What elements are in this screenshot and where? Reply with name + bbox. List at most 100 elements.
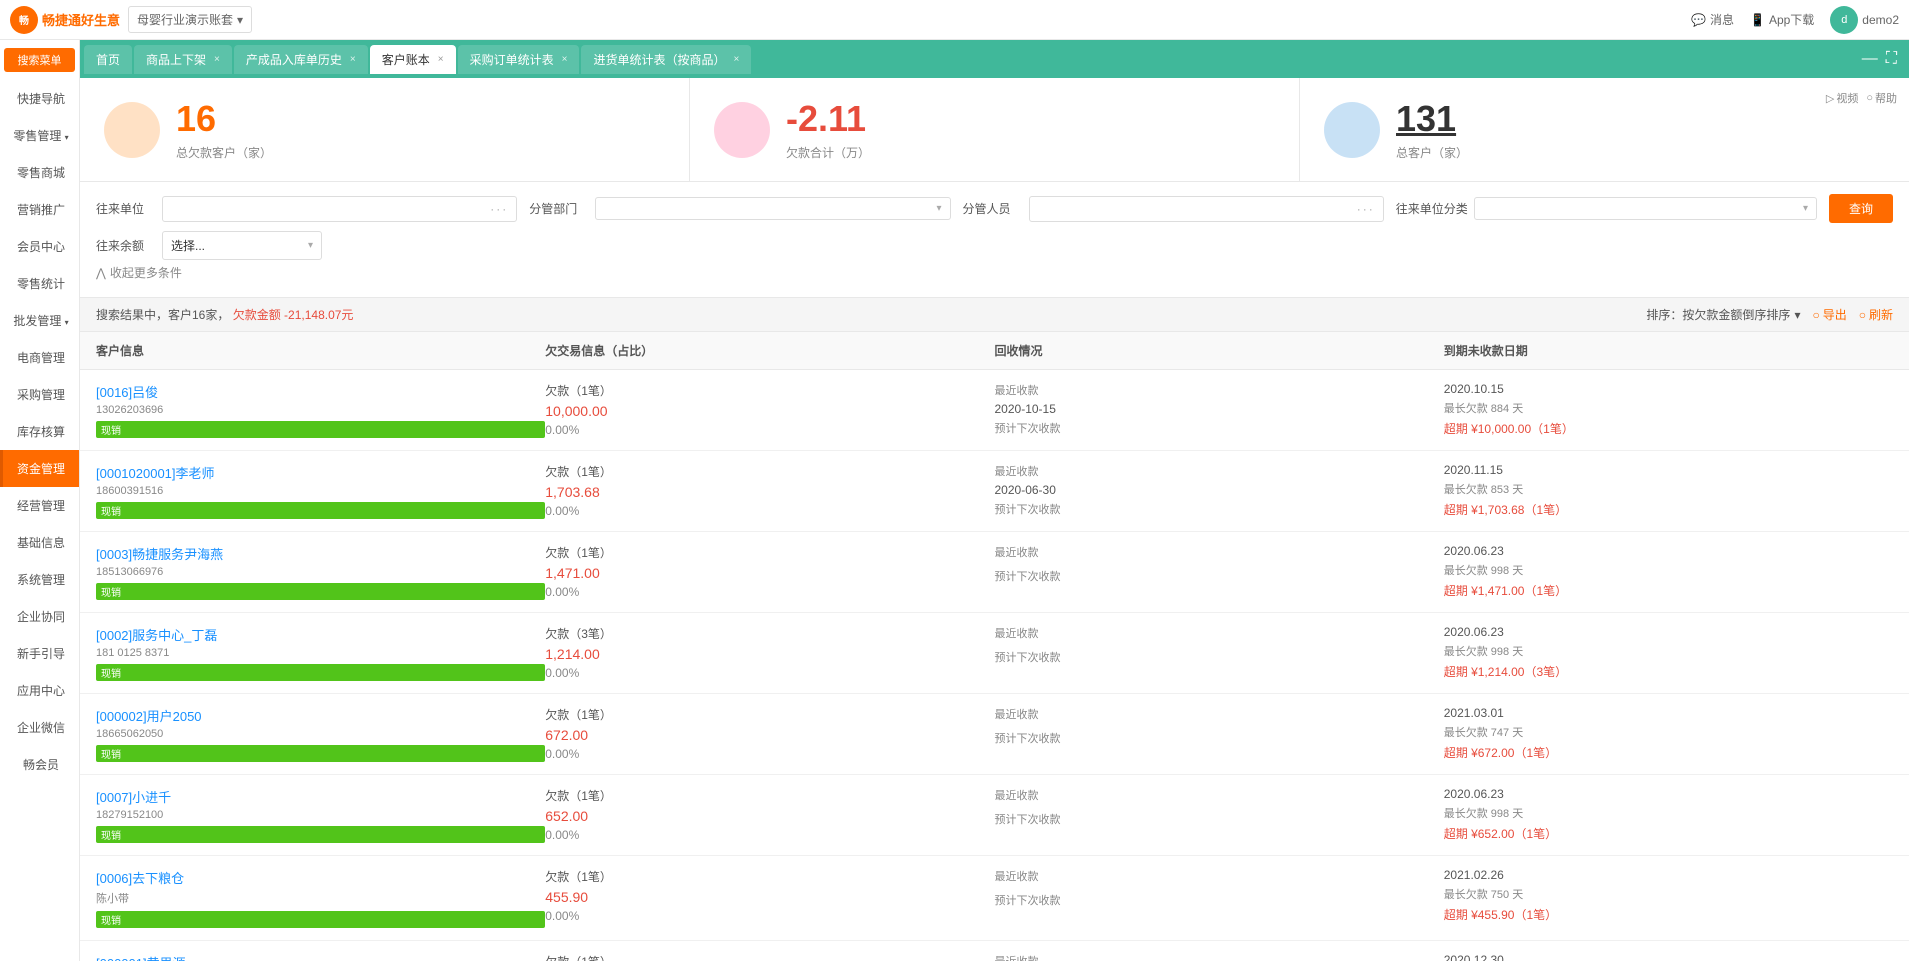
sidebar-nav-label: 快捷导航 xyxy=(17,92,65,106)
debt-count: 欠款（1笔） xyxy=(545,953,994,961)
filter-dept: 分管部门 ▾ xyxy=(529,197,950,220)
sidebar-item-marketing[interactable]: 营销推广 xyxy=(0,191,79,228)
debt-count: 欠款（1笔） xyxy=(545,787,994,804)
customer-name[interactable]: [0002]服务中心_丁磊 xyxy=(96,625,545,644)
table-row: [0016]吕俊 13026203696 现销 欠款（1笔） 10,000.00… xyxy=(80,370,1909,451)
repay-next: 预计下次收款 xyxy=(995,811,1444,827)
sidebar-item-member[interactable]: 会员中心 xyxy=(0,228,79,265)
customer-name[interactable]: [000002]用户2050 xyxy=(96,706,545,725)
customer-info: [0002]服务中心_丁磊 181 0125 8371 现销 xyxy=(96,625,545,681)
sidebar-item-retail-mall[interactable]: 零售商城 xyxy=(0,154,79,191)
sidebar-item-nav[interactable]: 快捷导航 xyxy=(0,80,79,117)
sidebar-item-inventory[interactable]: 库存核算 xyxy=(0,413,79,450)
video-button[interactable]: ▷ 视频 xyxy=(1826,90,1858,106)
repay-next: 预计下次收款 xyxy=(995,730,1444,746)
tab-close-icon[interactable]: × xyxy=(562,54,568,65)
repay-next: 预计下次收款 xyxy=(995,420,1444,436)
sidebar-item-label: 会员中心 xyxy=(17,240,65,254)
person-input[interactable]: ··· xyxy=(1029,196,1384,222)
debt-amount[interactable]: 652.00 xyxy=(545,808,994,824)
due-amount-link[interactable]: 超期 ¥1,703.68（1笔） xyxy=(1444,501,1893,518)
due-amount-link[interactable]: 超期 ¥1,214.00（3笔） xyxy=(1444,663,1893,680)
sidebar-item-newbie[interactable]: 新手引导 xyxy=(0,635,79,672)
customer-name[interactable]: [0016]吕俊 xyxy=(96,382,545,401)
collapse-button[interactable]: ⋀ 收起更多条件 xyxy=(96,260,1893,285)
tab-close-icon[interactable]: × xyxy=(350,54,356,65)
tab-product-shelf[interactable]: 商品上下架 × xyxy=(134,45,232,74)
tab-product-history[interactable]: 产成品入库单历史 × xyxy=(234,45,368,74)
sidebar-item-basic-info[interactable]: 基础信息 xyxy=(0,524,79,561)
sidebar-item-app-center[interactable]: 应用中心 xyxy=(0,672,79,709)
help-button[interactable]: ○ 帮助 xyxy=(1866,90,1897,106)
debt-amount[interactable]: 1,471.00 xyxy=(545,565,994,581)
sidebar-item-enterprise-wx[interactable]: 企业微信 xyxy=(0,709,79,746)
tab-inventory-stats[interactable]: 进货单统计表（按商品） × xyxy=(581,45,751,74)
customer-name[interactable]: [0003]畅捷服务尹海燕 xyxy=(96,544,545,563)
tab-close-icon[interactable]: × xyxy=(733,54,739,65)
tab-close-icon[interactable]: × xyxy=(214,54,220,65)
repay-next: 预计下次收款 xyxy=(995,892,1444,908)
tab-close-icon[interactable]: × xyxy=(438,54,444,65)
debt-ratio: 0.00% xyxy=(545,909,994,923)
debt-amount[interactable]: 1,214.00 xyxy=(545,646,994,662)
minimize-icon[interactable]: — xyxy=(1862,51,1878,67)
customer-info: [0001020001]李老师 18600391516 现销 xyxy=(96,463,545,519)
debt-count: 欠款（1笔） xyxy=(545,463,994,480)
sidebar-item-finance[interactable]: 资金管理 xyxy=(0,450,79,487)
sidebar-item-retail-stats[interactable]: 零售统计 xyxy=(0,265,79,302)
results-actions: 排序：按欠款金额倒序排序 ▾ ○ 导出 ○ 刷新 xyxy=(1646,306,1893,323)
sidebar-item-purchase[interactable]: 采购管理 xyxy=(0,376,79,413)
customer-phone: 18665062050 xyxy=(96,728,545,740)
chevron-down-icon: ▾ xyxy=(1803,203,1808,214)
customer-name[interactable]: [0001020001]李老师 xyxy=(96,463,545,482)
company-selector[interactable]: 母婴行业演示账套 ▾ xyxy=(128,6,252,33)
category-select[interactable]: ▾ xyxy=(1474,197,1817,220)
debt-count: 欠款（1笔） xyxy=(545,382,994,399)
chevron-down-icon: ▾ xyxy=(237,13,243,27)
user-profile[interactable]: d demo2 xyxy=(1830,6,1899,34)
balance-select[interactable]: 选择... ▾ xyxy=(162,231,322,260)
due-amount-link[interactable]: 超期 ¥672.00（1笔） xyxy=(1444,744,1893,761)
due-info: 2020.10.15 最长欠款 884 天 超期 ¥10,000.00（1笔） xyxy=(1444,382,1893,437)
debt-amount[interactable]: 1,703.68 xyxy=(545,484,994,500)
debt-amount[interactable]: 672.00 xyxy=(545,727,994,743)
sort-select[interactable]: 排序：按欠款金额倒序排序 ▾ xyxy=(1646,306,1800,323)
sidebar-item-business[interactable]: 经营管理 xyxy=(0,487,79,524)
customer-name[interactable]: [0006]去下粮仓 xyxy=(96,868,545,887)
export-button[interactable]: ○ 导出 xyxy=(1812,306,1846,323)
due-amount-link[interactable]: 超期 ¥1,471.00（1笔） xyxy=(1444,582,1893,599)
repay-info: 最近收款 预计下次收款 xyxy=(995,544,1444,584)
tab-purchase-order[interactable]: 采购订单统计表 × xyxy=(458,45,580,74)
sidebar-item-system[interactable]: 系统管理 xyxy=(0,561,79,598)
search-menu-button[interactable]: 搜索菜单 xyxy=(4,48,75,72)
dept-select[interactable]: ▾ xyxy=(595,197,950,220)
refresh-button[interactable]: ○ 刷新 xyxy=(1859,306,1893,323)
customer-phone: 181 0125 8371 xyxy=(96,647,545,659)
sidebar-item-vip[interactable]: 畅会员 xyxy=(0,746,79,783)
tab-customer-account[interactable]: 客户账本 × xyxy=(370,45,456,74)
message-button[interactable]: 💬 消息 xyxy=(1691,11,1734,28)
due-amount-link[interactable]: 超期 ¥652.00（1笔） xyxy=(1444,825,1893,842)
due-amount-link[interactable]: 超期 ¥455.90（1笔） xyxy=(1444,906,1893,923)
top-bar-right: 💬 消息 📱 App下载 d demo2 xyxy=(1691,6,1899,34)
customer-tag: 现销 xyxy=(96,502,545,519)
due-amount-link[interactable]: 超期 ¥10,000.00（1笔） xyxy=(1444,420,1893,437)
tab-home[interactable]: 首页 xyxy=(84,45,132,74)
app-icon: 📱 xyxy=(1750,13,1765,27)
vendor-input[interactable]: ··· xyxy=(162,196,517,222)
filter-person: 分管人员 ··· xyxy=(963,196,1384,222)
sidebar-item-enterprise-coop[interactable]: 企业协同 xyxy=(0,598,79,635)
app-download-button[interactable]: 📱 App下载 xyxy=(1750,11,1814,28)
sidebar-item-batch-manage[interactable]: 批发管理 ▾ xyxy=(0,302,79,339)
debt-amount[interactable]: 455.90 xyxy=(545,889,994,905)
maximize-icon[interactable]: ⛶ xyxy=(1886,51,1897,67)
customer-name[interactable]: [000001]黄思源 xyxy=(96,953,545,961)
sidebar-item-retail-manage[interactable]: 零售管理 ▾ xyxy=(0,117,79,154)
due-date: 2021.03.01 xyxy=(1444,706,1893,720)
sidebar-item-ecommerce[interactable]: 电商管理 xyxy=(0,339,79,376)
sidebar-item-label: 资金管理 xyxy=(17,462,65,476)
customer-name[interactable]: [0007]小进千 xyxy=(96,787,545,806)
search-button[interactable]: 查询 xyxy=(1829,194,1893,223)
debt-amount[interactable]: 10,000.00 xyxy=(545,403,994,419)
customer-phone: 18600391516 xyxy=(96,485,545,497)
